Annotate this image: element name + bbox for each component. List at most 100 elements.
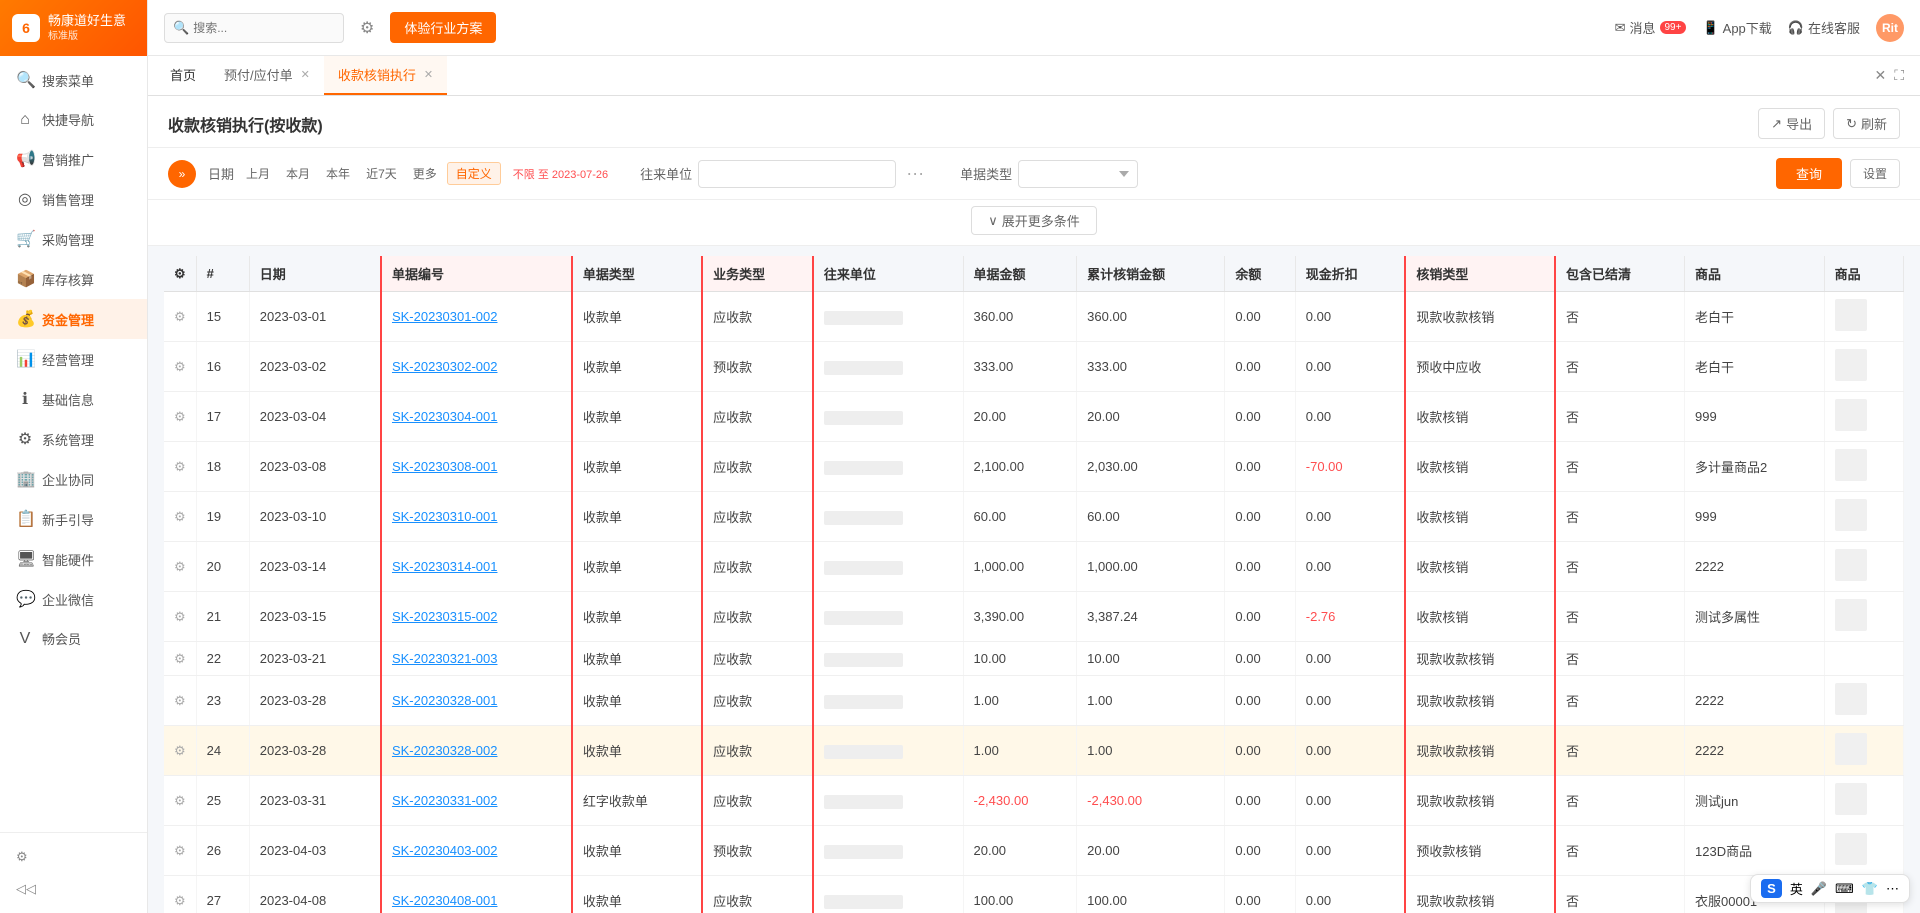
cell-gear[interactable]: ⚙ <box>164 492 196 542</box>
table-row[interactable]: ⚙ 24 2023-03-28 SK-20230328-002 收款单 应收款 … <box>164 726 1904 776</box>
topbar-search-input[interactable] <box>193 21 335 35</box>
user-avatar[interactable]: Rit <box>1876 14 1904 42</box>
table-row[interactable]: ⚙ 18 2023-03-08 SK-20230308-001 收款单 应收款 … <box>164 442 1904 492</box>
bill-no-link[interactable]: SK-20230302-002 <box>392 359 498 374</box>
sidebar-item-inventory[interactable]: 📦 库存核算 <box>0 259 147 299</box>
tab-home[interactable]: 首页 <box>156 56 210 95</box>
bill-no-link[interactable]: SK-20230331-002 <box>392 793 498 808</box>
messages-action[interactable]: ✉ 消息 99+ <box>1615 18 1687 37</box>
partner-input[interactable] <box>698 160 896 188</box>
tab-payable[interactable]: 预付/应付单✕ <box>210 56 324 95</box>
cell-bill-no[interactable]: SK-20230328-002 <box>381 726 572 776</box>
tab-close-receipts[interactable]: ✕ <box>424 68 433 81</box>
sidebar-item-search[interactable]: 🔍 搜索菜单 <box>0 60 147 100</box>
cell-gear[interactable]: ⚙ <box>164 392 196 442</box>
bill-no-link[interactable]: SK-20230308-001 <box>392 459 498 474</box>
table-row[interactable]: ⚙ 20 2023-03-14 SK-20230314-001 收款单 应收款 … <box>164 542 1904 592</box>
cell-bill-no[interactable]: SK-20230331-002 <box>381 776 572 826</box>
bill-no-link[interactable]: SK-20230301-002 <box>392 309 498 324</box>
ime-more-icon[interactable]: ⋯ <box>1886 881 1899 897</box>
table-row[interactable]: ⚙ 26 2023-04-03 SK-20230403-002 收款单 预收款 … <box>164 826 1904 876</box>
cell-bill-no[interactable]: SK-20230304-001 <box>381 392 572 442</box>
tab-maximize-icon[interactable]: ⛶ <box>1894 67 1904 84</box>
solution-button[interactable]: 体验行业方案 <box>390 12 496 43</box>
this-month-btn[interactable]: 本月 <box>280 162 316 185</box>
tab-close-payable[interactable]: ✕ <box>301 68 310 81</box>
bill-no-link[interactable]: SK-20230408-001 <box>392 893 498 908</box>
table-row[interactable]: ⚙ 17 2023-03-04 SK-20230304-001 收款单 应收款 … <box>164 392 1904 442</box>
tab-close-window-icon[interactable]: ✕ <box>1874 67 1886 84</box>
sidebar-item-purchase[interactable]: 🛒 采购管理 <box>0 219 147 259</box>
last-month-btn[interactable]: 上月 <box>240 162 276 185</box>
cell-bill-no[interactable]: SK-20230328-001 <box>381 676 572 726</box>
cell-gear[interactable]: ⚙ <box>164 442 196 492</box>
export-button[interactable]: ↗ 导出 <box>1758 108 1825 139</box>
cell-gear[interactable]: ⚙ <box>164 876 196 913</box>
cell-gear[interactable]: ⚙ <box>164 776 196 826</box>
settings-filter-button[interactable]: 设置 <box>1850 159 1900 188</box>
ime-emoji-icon[interactable]: 👕 <box>1862 881 1878 897</box>
table-row[interactable]: ⚙ 19 2023-03-10 SK-20230310-001 收款单 应收款 … <box>164 492 1904 542</box>
topbar-gear-icon[interactable]: ⚙ <box>356 14 378 42</box>
bill-type-select[interactable] <box>1018 160 1138 188</box>
sidebar-item-guide[interactable]: 📋 新手引导 <box>0 499 147 539</box>
cell-bill-no[interactable]: SK-20230314-001 <box>381 542 572 592</box>
sidebar-item-wechat[interactable]: 💬 企业微信 <box>0 579 147 619</box>
sidebar-item-corp[interactable]: 🏢 企业协同 <box>0 459 147 499</box>
cell-gear[interactable]: ⚙ <box>164 592 196 642</box>
table-row[interactable]: ⚙ 16 2023-03-02 SK-20230302-002 收款单 预收款 … <box>164 342 1904 392</box>
sidebar-settings[interactable]: ⚙ <box>0 841 147 873</box>
app-download-action[interactable]: 📱 App下载 <box>1702 18 1771 37</box>
table-row[interactable]: ⚙ 21 2023-03-15 SK-20230315-002 收款单 应收款 … <box>164 592 1904 642</box>
cell-gear[interactable]: ⚙ <box>164 292 196 342</box>
col-gear-header[interactable]: ⚙ <box>164 256 196 292</box>
sidebar-item-operation[interactable]: 📊 经营管理 <box>0 339 147 379</box>
cell-gear[interactable]: ⚙ <box>164 342 196 392</box>
more-btn[interactable]: 更多 <box>407 162 443 185</box>
bill-no-link[interactable]: SK-20230403-002 <box>392 843 498 858</box>
cell-gear[interactable]: ⚙ <box>164 676 196 726</box>
cell-bill-no[interactable]: SK-20230315-002 <box>381 592 572 642</box>
cell-bill-no[interactable]: SK-20230301-002 <box>381 292 572 342</box>
cell-gear[interactable]: ⚙ <box>164 642 196 676</box>
table-row[interactable]: ⚙ 15 2023-03-01 SK-20230301-002 收款单 应收款 … <box>164 292 1904 342</box>
bill-no-link[interactable]: SK-20230328-002 <box>392 743 498 758</box>
sidebar-item-base[interactable]: ℹ 基础信息 <box>0 379 147 419</box>
table-container[interactable]: ⚙ # 日期 单据编号 单据类型 业务类型 往来单位 单据金额 累计核销金额 余… <box>148 246 1920 913</box>
cell-gear[interactable]: ⚙ <box>164 826 196 876</box>
cell-bill-no[interactable]: SK-20230310-001 <box>381 492 572 542</box>
sidebar-item-hardware[interactable]: 🖥 智能硬件 <box>0 539 147 579</box>
tab-receipts[interactable]: 收款核销执行✕ <box>324 56 447 95</box>
cell-gear[interactable]: ⚙ <box>164 542 196 592</box>
query-button[interactable]: 查询 <box>1776 158 1842 189</box>
cell-bill-no[interactable]: SK-20230302-002 <box>381 342 572 392</box>
bill-no-link[interactable]: SK-20230321-003 <box>392 651 498 666</box>
table-row[interactable]: ⚙ 25 2023-03-31 SK-20230331-002 红字收款单 应收… <box>164 776 1904 826</box>
sidebar-collapse[interactable]: ◁◁ <box>0 873 147 905</box>
cell-gear[interactable]: ⚙ <box>164 726 196 776</box>
this-year-btn[interactable]: 本年 <box>320 162 356 185</box>
bill-no-link[interactable]: SK-20230315-002 <box>392 609 498 624</box>
table-row[interactable]: ⚙ 23 2023-03-28 SK-20230328-001 收款单 应收款 … <box>164 676 1904 726</box>
topbar-search-box[interactable]: 🔍 <box>164 13 344 43</box>
sidebar-item-system[interactable]: ⚙ 系统管理 <box>0 419 147 459</box>
cell-bill-no[interactable]: SK-20230308-001 <box>381 442 572 492</box>
expand-more-btn[interactable]: ∨ 展开更多条件 <box>971 206 1097 235</box>
cell-bill-no[interactable]: SK-20230408-001 <box>381 876 572 913</box>
support-action[interactable]: 🎧 在线客服 <box>1788 18 1860 37</box>
bill-no-link[interactable]: SK-20230310-001 <box>392 509 498 524</box>
custom-date-btn[interactable]: 自定义 <box>447 162 501 185</box>
ime-mic-icon[interactable]: 🎤 <box>1811 881 1827 897</box>
recent7-btn[interactable]: 近7天 <box>360 162 403 185</box>
cell-bill-no[interactable]: SK-20230403-002 <box>381 826 572 876</box>
sidebar-item-marketing[interactable]: 📢 营销推广 <box>0 139 147 179</box>
table-row[interactable]: ⚙ 22 2023-03-21 SK-20230321-003 收款单 应收款 … <box>164 642 1904 676</box>
bill-no-link[interactable]: SK-20230328-001 <box>392 693 498 708</box>
refresh-button[interactable]: ↻ 刷新 <box>1833 108 1900 139</box>
sidebar-item-finance[interactable]: 💰 资金管理 <box>0 299 147 339</box>
filter-dots[interactable]: ··· <box>902 163 928 184</box>
sidebar-item-member[interactable]: V 畅会员 <box>0 619 147 658</box>
sidebar-item-quick[interactable]: ⌂ 快捷导航 <box>0 100 147 139</box>
bill-no-link[interactable]: SK-20230314-001 <box>392 559 498 574</box>
cell-bill-no[interactable]: SK-20230321-003 <box>381 642 572 676</box>
